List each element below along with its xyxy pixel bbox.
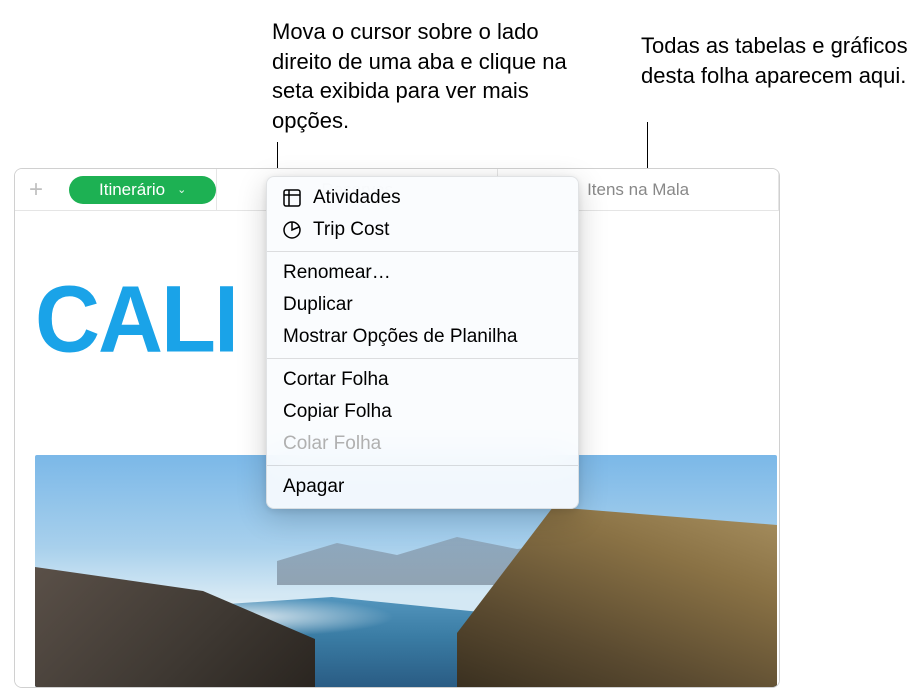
callout-tables-charts: Todas as tabelas e gráficos desta folha … xyxy=(641,31,910,90)
menu-item-atividades[interactable]: Atividades xyxy=(267,182,578,214)
menu-item-label: Trip Cost xyxy=(313,219,389,241)
sheet-tab-label: Itinerário xyxy=(99,180,165,200)
chevron-down-icon[interactable]: ⌄ xyxy=(177,183,186,196)
menu-item-renomear[interactable]: Renomear… xyxy=(267,257,578,289)
chart-pie-icon xyxy=(283,221,305,239)
menu-item-mostrar-opcoes[interactable]: Mostrar Opções de Planilha xyxy=(267,321,578,353)
divider xyxy=(778,169,779,211)
menu-item-label: Renomear… xyxy=(283,262,391,284)
menu-item-cortar-folha[interactable]: Cortar Folha xyxy=(267,364,578,396)
page-title: CALI xyxy=(35,266,237,374)
menu-item-label: Atividades xyxy=(313,187,401,209)
menu-item-label: Copiar Folha xyxy=(283,401,392,423)
menu-item-apagar[interactable]: Apagar xyxy=(267,471,578,503)
callout-tab-options: Mova o cursor sobre o lado direito de um… xyxy=(272,17,582,136)
sheet-tab-label: Itens na Mala xyxy=(587,180,689,200)
menu-item-label: Apagar xyxy=(283,476,344,498)
menu-divider xyxy=(267,251,578,252)
table-icon xyxy=(283,189,305,207)
menu-item-label: Cortar Folha xyxy=(283,369,389,391)
menu-item-label: Colar Folha xyxy=(283,433,381,455)
menu-divider xyxy=(267,358,578,359)
sheet-tab-itinerario[interactable]: Itinerário ⌄ xyxy=(69,176,216,204)
menu-item-label: Mostrar Opções de Planilha xyxy=(283,326,517,348)
sheet-context-menu: Atividades Trip Cost Renomear… Duplicar … xyxy=(266,176,579,509)
menu-item-colar-folha: Colar Folha xyxy=(267,428,578,460)
menu-divider xyxy=(267,465,578,466)
menu-item-trip-cost[interactable]: Trip Cost xyxy=(267,214,578,246)
menu-item-label: Duplicar xyxy=(283,294,353,316)
menu-item-copiar-folha[interactable]: Copiar Folha xyxy=(267,396,578,428)
add-sheet-button[interactable]: + xyxy=(15,169,57,211)
menu-item-duplicar[interactable]: Duplicar xyxy=(267,289,578,321)
